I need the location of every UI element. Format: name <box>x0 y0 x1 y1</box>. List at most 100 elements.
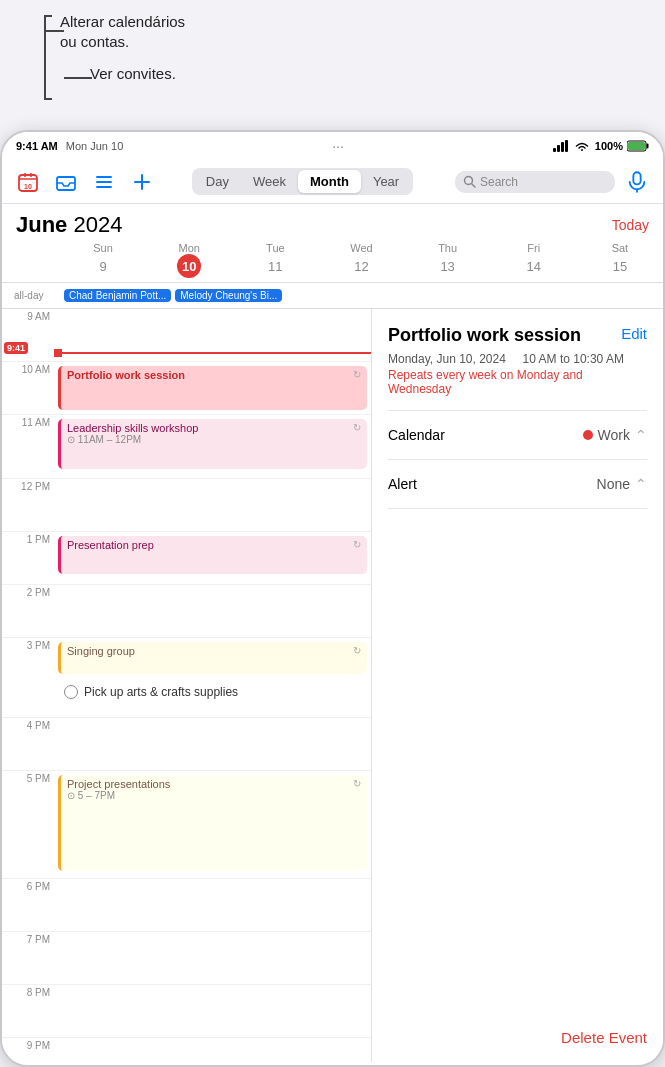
time-slot-8pm <box>54 985 371 1037</box>
add-event-button[interactable] <box>126 166 158 198</box>
svg-rect-1 <box>557 145 560 152</box>
leadership-title: Leadership skills workshop <box>67 422 361 434</box>
svg-rect-19 <box>633 172 640 184</box>
svg-rect-8 <box>24 173 26 177</box>
detail-calendar-row[interactable]: Calendar Work ⌃ <box>388 419 647 451</box>
view-btn-year[interactable]: Year <box>361 170 411 193</box>
alert-value-text: None <box>597 476 630 492</box>
time-row-1pm: 1 PM ↻ Presentation prep <box>2 532 371 585</box>
portfolio-title: Portfolio work session <box>67 369 361 381</box>
calendar-chevron-icon: ⌃ <box>635 427 647 443</box>
edit-button[interactable]: Edit <box>621 325 647 342</box>
portfolio-repeat-icon: ↻ <box>353 369 361 380</box>
time-row-12pm: 12 PM <box>2 479 371 532</box>
svg-rect-6 <box>628 142 645 150</box>
time-label-5pm: 5 PM <box>2 771 54 878</box>
leadership-subtitle: ⊙ 11AM – 12PM <box>67 434 361 445</box>
alert-value: None ⌃ <box>597 476 647 492</box>
search-placeholder: Search <box>480 175 518 189</box>
time-slot-3pm: ↻ Singing group Pick up arts & crafts su… <box>54 638 371 717</box>
event-project[interactable]: ↻ Project presentations ⊙ 5 – 7PM <box>58 775 367 871</box>
time-slot-7pm <box>54 932 371 984</box>
svg-line-18 <box>472 184 475 187</box>
status-date: Mon Jun 10 <box>66 140 123 152</box>
event-leadership[interactable]: ↻ Leadership skills workshop ⊙ 11AM – 12… <box>58 419 367 469</box>
time-slot-12pm <box>54 479 371 531</box>
presentation-repeat-icon: ↻ <box>353 539 361 550</box>
list-icon-button[interactable] <box>88 166 120 198</box>
month-title: June 2024 <box>16 212 122 238</box>
day-header-sun: Sun 9 <box>60 242 146 278</box>
time-label-9pm: 9 PM <box>2 1038 54 1062</box>
view-btn-day[interactable]: Day <box>194 170 241 193</box>
project-repeat-icon: ↻ <box>353 778 361 789</box>
mic-icon-button[interactable] <box>621 166 653 198</box>
delete-event-button[interactable]: Delete Event <box>561 1029 647 1046</box>
status-time: 9:41 AM <box>16 140 58 152</box>
toolbar: 10 Day Week <box>2 160 663 204</box>
allday-row: all-day Chad Benjamin Pott... Melody Che… <box>2 283 663 309</box>
time-slot-4pm <box>54 718 371 770</box>
current-time-indicator: 9:41 <box>54 349 371 357</box>
wifi-icon <box>575 141 589 152</box>
main-area: 9 AM 9:41 10 AM ↻ Portfolio work sess <box>2 309 663 1062</box>
task-pickup[interactable]: Pick up arts & crafts supplies <box>58 680 367 704</box>
allday-event-chad[interactable]: Chad Benjamin Pott... <box>64 289 171 302</box>
view-switcher: Day Week Month Year <box>192 168 413 195</box>
view-btn-month[interactable]: Month <box>298 170 361 193</box>
time-row-3pm: 3 PM ↻ Singing group Pick up arts & craf… <box>2 638 371 718</box>
svg-rect-2 <box>561 142 564 152</box>
current-time-dot <box>54 349 62 357</box>
annotation-text1: Alterar calendários ou contas. <box>60 12 185 51</box>
event-singing[interactable]: ↻ Singing group <box>58 642 367 674</box>
alert-chevron-icon: ⌃ <box>635 476 647 492</box>
detail-date: Monday, Jun 10, 2024 10 AM to 10:30 AM <box>388 352 647 366</box>
leadership-repeat-icon: ↻ <box>353 422 361 433</box>
presentation-title: Presentation prep <box>67 539 361 551</box>
annotation-text2: Ver convites. <box>90 65 176 82</box>
divider3 <box>388 508 647 509</box>
divider2 <box>388 459 647 460</box>
svg-rect-5 <box>646 144 648 149</box>
time-row-5pm: 5 PM ↻ Project presentations ⊙ 5 – 7PM <box>2 771 371 879</box>
detail-alert-row[interactable]: Alert None ⌃ <box>388 468 647 500</box>
battery-icon <box>627 140 649 152</box>
view-btn-week[interactable]: Week <box>241 170 298 193</box>
inbox-icon-button[interactable] <box>50 166 82 198</box>
time-slot-5pm: ↻ Project presentations ⊙ 5 – 7PM <box>54 771 371 878</box>
detail-header: Portfolio work session Edit <box>388 325 647 346</box>
status-left: 9:41 AM Mon Jun 10 <box>16 140 123 152</box>
time-label-4pm: 4 PM <box>2 718 54 770</box>
divider1 <box>388 410 647 411</box>
time-label-12pm: 12 PM <box>2 479 54 531</box>
day-header-row: Sun 9 Mon 10 Tue 11 Wed 12 Thu 13 Fri 14… <box>2 242 663 283</box>
day-header-wed: Wed 12 <box>318 242 404 278</box>
svg-rect-0 <box>553 148 556 152</box>
time-slot-10am: ↻ Portfolio work session <box>54 362 371 414</box>
today-button[interactable]: Today <box>612 217 649 233</box>
singing-repeat-icon: ↻ <box>353 645 361 656</box>
search-bar[interactable]: Search <box>455 171 615 193</box>
singing-title: Singing group <box>67 645 361 657</box>
time-label-1pm: 1 PM <box>2 532 54 584</box>
detail-repeat: Repeats every week on Monday and Wednesd… <box>388 368 647 396</box>
month-name: June <box>16 212 67 237</box>
status-right: 100% <box>553 140 649 152</box>
calendar-icon-button[interactable]: 10 <box>12 166 44 198</box>
annotation-arrow2 <box>64 77 92 79</box>
status-bar: 9:41 AM Mon Jun 10 ··· 100% <box>2 132 663 160</box>
ipad-frame: 9:41 AM Mon Jun 10 ··· 100% <box>0 130 665 1067</box>
event-presentation[interactable]: ↻ Presentation prep <box>58 536 367 574</box>
time-label-8pm: 8 PM <box>2 985 54 1037</box>
calendar-dot-icon <box>583 430 593 440</box>
svg-rect-9 <box>30 173 32 177</box>
time-row-10am: 10 AM ↻ Portfolio work session <box>2 362 371 415</box>
time-row-7pm: 7 PM <box>2 932 371 985</box>
allday-event-melody[interactable]: Melody Cheung's Bi... <box>175 289 282 302</box>
year: 2024 <box>73 212 122 237</box>
annotation-bracket <box>44 15 46 100</box>
day-header-thu: Thu 13 <box>405 242 491 278</box>
event-portfolio[interactable]: ↻ Portfolio work session <box>58 366 367 410</box>
day-header-tue: Tue 11 <box>232 242 318 278</box>
calendar-value: Work ⌃ <box>583 427 647 443</box>
